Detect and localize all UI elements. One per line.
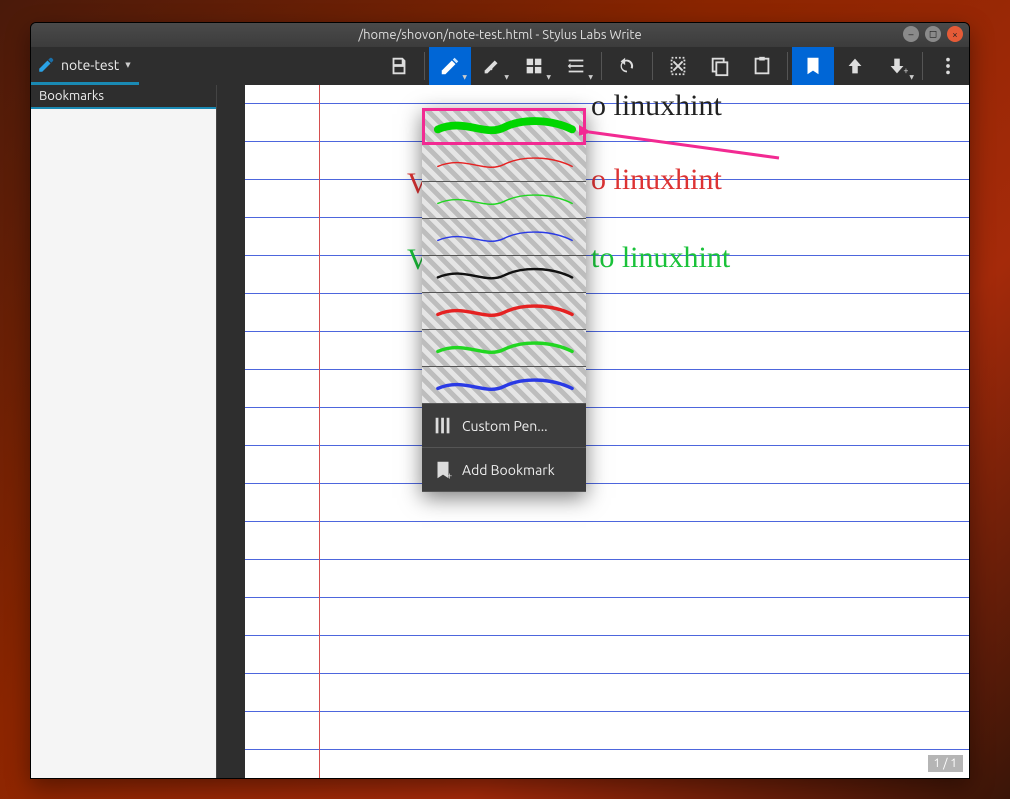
svg-text:+: + <box>903 64 908 75</box>
separator <box>652 52 653 80</box>
margin-line <box>319 85 320 778</box>
pen-tool-button[interactable]: ▼ <box>429 47 471 85</box>
pen-tool-icon <box>439 55 461 77</box>
pen-swatch-4[interactable] <box>422 256 586 293</box>
overflow-menu-button[interactable] <box>927 47 969 85</box>
cut-button[interactable] <box>657 47 699 85</box>
save-icon <box>388 55 410 77</box>
separator <box>922 52 923 80</box>
eraser-tool-icon <box>481 55 503 77</box>
bookmark-button[interactable] <box>792 47 834 85</box>
document-tab-label: note-test <box>61 57 119 73</box>
next-page-button[interactable]: + ▼ <box>876 47 918 85</box>
save-button[interactable] <box>378 47 420 85</box>
chevron-down-icon: ▼ <box>125 61 130 69</box>
separator <box>601 52 602 80</box>
pen-swatch-6[interactable] <box>422 330 586 367</box>
app-window: /home/shovon/note-test.html - Stylus Lab… <box>30 22 970 779</box>
svg-text:+: + <box>447 470 453 481</box>
toolbar: note-test ▼ ▼ ▼ ▼ ▼ <box>31 47 969 85</box>
arrow-down-icon: + <box>886 55 908 77</box>
minimize-button[interactable]: – <box>903 26 919 42</box>
prev-page-button[interactable] <box>834 47 876 85</box>
titlebar: /home/shovon/note-test.html - Stylus Lab… <box>31 23 969 47</box>
pen-swatch-0[interactable] <box>422 108 586 145</box>
eraser-tool-button[interactable]: ▼ <box>471 47 513 85</box>
insert-space-button[interactable]: ▼ <box>555 47 597 85</box>
gutter <box>217 85 245 778</box>
window-title: /home/shovon/note-test.html - Stylus Lab… <box>358 28 641 42</box>
bookmark-icon <box>802 55 824 77</box>
chevron-down-icon: ▼ <box>588 74 593 81</box>
paste-button[interactable] <box>741 47 783 85</box>
select-tool-button[interactable]: ▼ <box>513 47 555 85</box>
pens-icon <box>432 415 454 437</box>
overflow-icon <box>937 55 959 77</box>
sidebar-body[interactable] <box>31 109 216 778</box>
pen-swatch-2[interactable] <box>422 182 586 219</box>
pen-popover: Custom Pen... + Add Bookmark <box>422 108 586 492</box>
custom-pen-menu-item[interactable]: Custom Pen... <box>422 404 586 448</box>
add-bookmark-menu-item[interactable]: + Add Bookmark <box>422 448 586 492</box>
bookmark-add-icon: + <box>432 459 454 481</box>
arrow-up-icon <box>844 55 866 77</box>
copy-button[interactable] <box>699 47 741 85</box>
pen-swatch-7[interactable] <box>422 367 586 404</box>
copy-icon <box>709 55 731 77</box>
separator <box>424 52 425 80</box>
pen-swatch-5[interactable] <box>422 293 586 330</box>
chevron-down-icon: ▼ <box>909 74 914 81</box>
custom-pen-label: Custom Pen... <box>462 418 548 434</box>
undo-button[interactable] <box>606 47 648 85</box>
page-indicator: 1 / 1 <box>928 755 963 772</box>
sidebar: Bookmarks <box>31 85 217 778</box>
chevron-down-icon: ▼ <box>546 74 551 81</box>
separator <box>787 52 788 80</box>
add-bookmark-label: Add Bookmark <box>462 462 555 478</box>
sidebar-header: Bookmarks <box>31 85 216 109</box>
chevron-down-icon: ▼ <box>504 74 509 81</box>
undo-icon <box>616 55 638 77</box>
close-button[interactable]: × <box>947 26 963 42</box>
cut-icon <box>667 55 689 77</box>
chevron-down-icon: ▼ <box>462 74 467 81</box>
select-tool-icon <box>523 55 545 77</box>
canvas[interactable]: o linuxhinto linuxhintVVto linuxhint 1 /… <box>245 85 969 778</box>
maximize-button[interactable]: ◻ <box>925 26 941 42</box>
paste-icon <box>751 55 773 77</box>
pencil-icon <box>37 56 55 74</box>
pen-swatch-3[interactable] <box>422 219 586 256</box>
insert-space-icon <box>565 55 587 77</box>
pen-swatch-1[interactable] <box>422 145 586 182</box>
document-tab[interactable]: note-test ▼ <box>31 47 139 85</box>
